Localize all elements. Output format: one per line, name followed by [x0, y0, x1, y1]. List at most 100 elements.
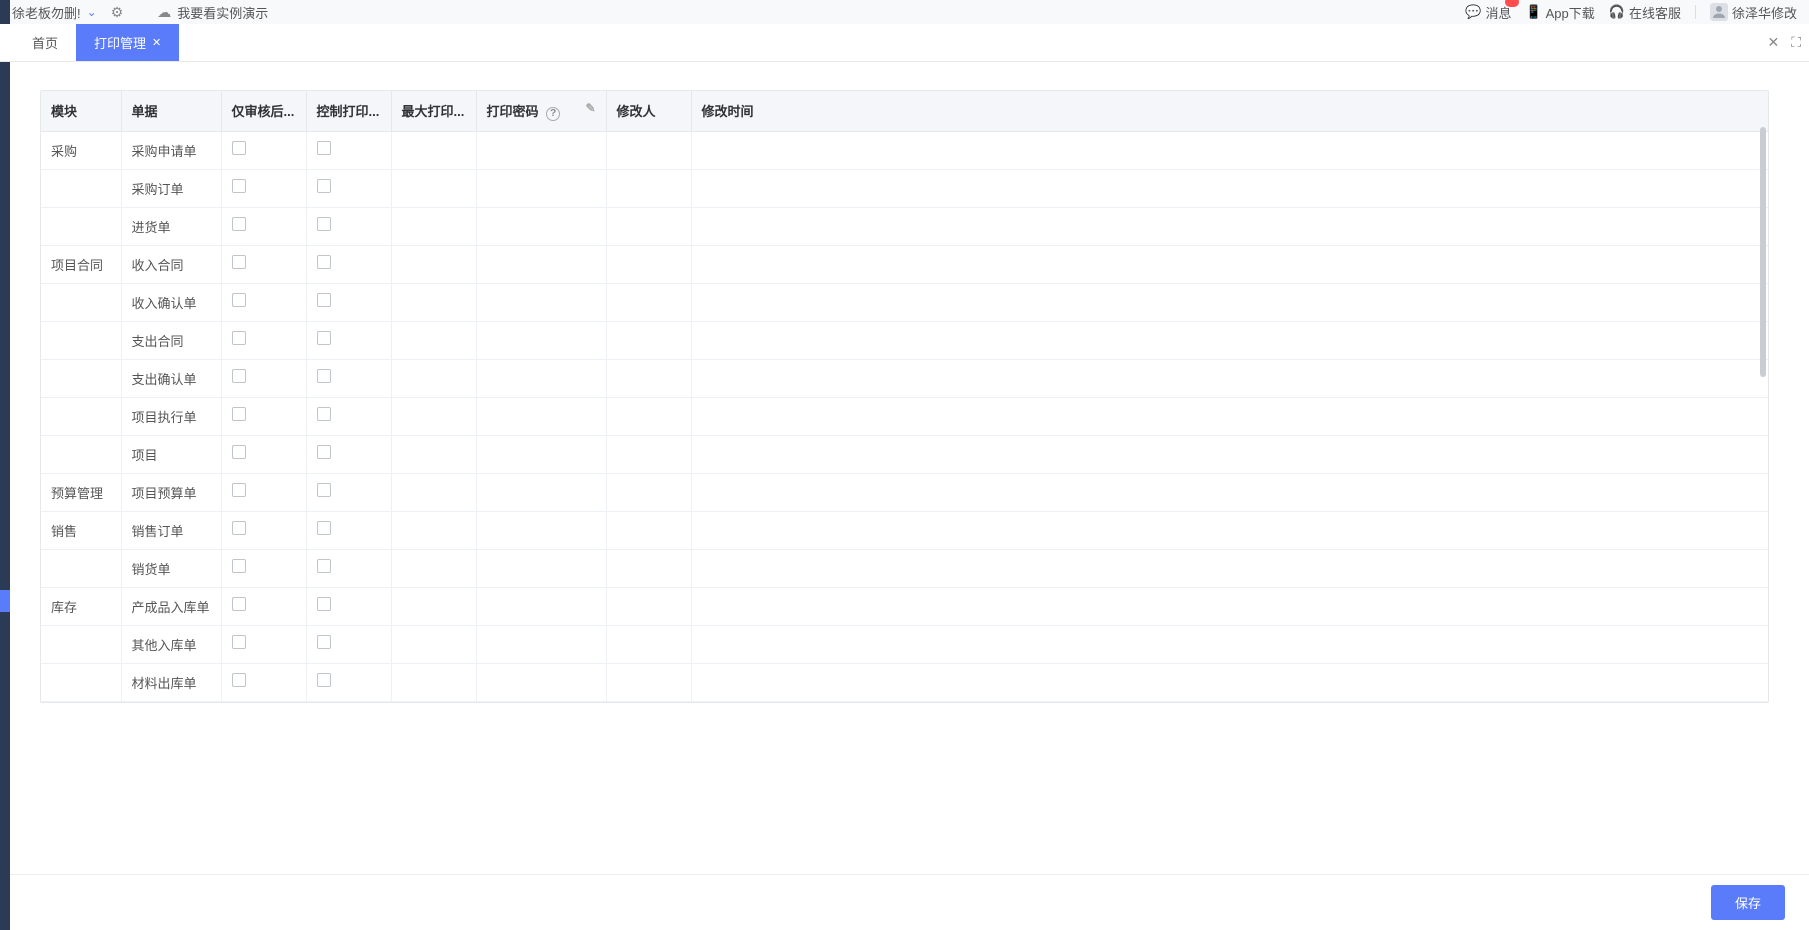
checkbox[interactable] [232, 331, 246, 345]
table-row: 项目执行单 [41, 397, 1768, 435]
cell-modifier [606, 625, 691, 663]
cell-modifier [606, 435, 691, 473]
cell-after-audit [221, 169, 306, 207]
tab-home[interactable]: 首页 [14, 24, 76, 61]
checkbox[interactable] [317, 331, 331, 345]
cell-modifier [606, 397, 691, 435]
gear-icon[interactable]: ⚙ [111, 4, 124, 21]
cell-max[interactable] [391, 549, 476, 587]
company-selector[interactable]: 徐老板勿删! ⌄ [12, 3, 97, 22]
demo-link[interactable]: ☁ 我要看实例演示 [157, 3, 268, 22]
fullscreen-icon[interactable]: ⛶ [1791, 34, 1801, 51]
checkbox[interactable] [317, 369, 331, 383]
cell-max[interactable] [391, 245, 476, 283]
cell-max[interactable] [391, 663, 476, 701]
app-download-link[interactable]: 📱 App下载 [1525, 3, 1594, 22]
close-icon[interactable]: ✕ [152, 36, 161, 49]
cell-module [41, 397, 121, 435]
download-label: App下载 [1546, 3, 1595, 22]
checkbox[interactable] [232, 483, 246, 497]
checkbox[interactable] [317, 445, 331, 459]
checkbox[interactable] [317, 635, 331, 649]
cell-max[interactable] [391, 511, 476, 549]
close-all-icon[interactable]: ✕ [1767, 34, 1779, 51]
cell-max[interactable] [391, 321, 476, 359]
messages-link[interactable]: 💬 消息 [1465, 3, 1511, 22]
table-row: 进货单 [41, 207, 1768, 245]
cell-password[interactable] [476, 511, 606, 549]
checkbox[interactable] [232, 559, 246, 573]
vertical-scrollbar[interactable] [1760, 127, 1766, 700]
checkbox[interactable] [232, 293, 246, 307]
cell-max[interactable] [391, 283, 476, 321]
checkbox[interactable] [317, 179, 331, 193]
cell-password[interactable] [476, 435, 606, 473]
checkbox[interactable] [232, 369, 246, 383]
cell-password[interactable] [476, 625, 606, 663]
checkbox[interactable] [317, 217, 331, 231]
customer-service-link[interactable]: 🎧 在线客服 [1609, 3, 1681, 22]
cell-max[interactable] [391, 131, 476, 169]
table-row: 采购采购申请单 [41, 131, 1768, 169]
user-menu[interactable]: 徐泽华修改 [1710, 3, 1797, 22]
cell-password[interactable] [476, 283, 606, 321]
checkbox[interactable] [232, 521, 246, 535]
user-name: 徐泽华修改 [1732, 3, 1797, 22]
cell-modifier [606, 169, 691, 207]
checkbox[interactable] [317, 673, 331, 687]
cell-max[interactable] [391, 359, 476, 397]
checkbox[interactable] [317, 597, 331, 611]
sidebar-collapse-handle[interactable] [0, 590, 10, 612]
checkbox[interactable] [232, 217, 246, 231]
cell-max[interactable] [391, 397, 476, 435]
cell-max[interactable] [391, 207, 476, 245]
checkbox[interactable] [317, 293, 331, 307]
cell-control [306, 283, 391, 321]
cell-password[interactable] [476, 549, 606, 587]
cell-max[interactable] [391, 435, 476, 473]
checkbox[interactable] [232, 141, 246, 155]
cell-password[interactable] [476, 663, 606, 701]
cell-password[interactable] [476, 169, 606, 207]
cell-max[interactable] [391, 587, 476, 625]
cell-max[interactable] [391, 625, 476, 663]
cell-modify-time [691, 321, 1768, 359]
cell-password[interactable] [476, 359, 606, 397]
checkbox[interactable] [317, 521, 331, 535]
checkbox[interactable] [317, 407, 331, 421]
cell-password[interactable] [476, 587, 606, 625]
cell-password[interactable] [476, 245, 606, 283]
cell-modify-time [691, 663, 1768, 701]
edit-icon[interactable]: ✎ [585, 101, 595, 115]
cell-max[interactable] [391, 169, 476, 207]
checkbox[interactable] [232, 597, 246, 611]
checkbox[interactable] [232, 407, 246, 421]
cell-password[interactable] [476, 321, 606, 359]
cell-control [306, 435, 391, 473]
help-icon[interactable]: ? [546, 107, 560, 121]
checkbox[interactable] [232, 445, 246, 459]
left-sidebar-edge [0, 0, 10, 930]
checkbox[interactable] [317, 255, 331, 269]
company-name: 徐老板勿删! [12, 3, 81, 22]
checkbox[interactable] [232, 673, 246, 687]
cell-module [41, 169, 121, 207]
checkbox[interactable] [232, 179, 246, 193]
checkbox[interactable] [232, 255, 246, 269]
cell-control [306, 511, 391, 549]
checkbox[interactable] [317, 559, 331, 573]
cell-max[interactable] [391, 473, 476, 511]
cell-password[interactable] [476, 207, 606, 245]
checkbox[interactable] [232, 635, 246, 649]
checkbox[interactable] [317, 483, 331, 497]
cell-password[interactable] [476, 131, 606, 169]
checkbox[interactable] [317, 141, 331, 155]
tab-print-management[interactable]: 打印管理 ✕ [76, 24, 179, 61]
cell-password[interactable] [476, 397, 606, 435]
cell-password[interactable] [476, 473, 606, 511]
scrollbar-thumb[interactable] [1760, 127, 1766, 377]
save-button[interactable]: 保存 [1711, 885, 1785, 920]
tabbar: 首页 打印管理 ✕ ✕ ⛶ [0, 24, 1809, 62]
header-password-label: 打印密码 [487, 104, 539, 119]
cell-after-audit [221, 625, 306, 663]
